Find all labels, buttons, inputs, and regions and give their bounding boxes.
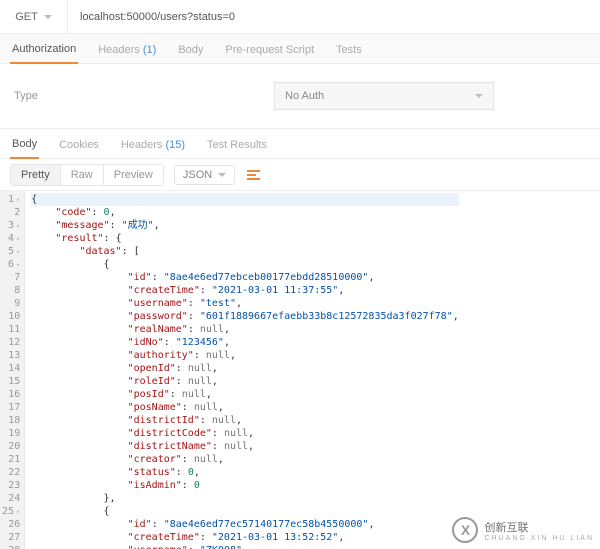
headers-count: (1) — [143, 44, 156, 56]
chevron-down-icon — [218, 173, 226, 177]
language-select[interactable]: JSON — [174, 165, 235, 185]
watermark-sub: CHUANG XIN HU LIAN — [484, 535, 594, 542]
request-tabs: Authorization Headers (1) Body Pre-reque… — [0, 34, 600, 64]
tab-response-body[interactable]: Body — [10, 138, 39, 159]
tab-prerequest[interactable]: Pre-request Script — [223, 44, 316, 63]
watermark-brand: 创新互联 — [484, 522, 528, 534]
view-raw[interactable]: Raw — [61, 165, 104, 185]
tab-body[interactable]: Body — [176, 44, 205, 63]
tab-test-results[interactable]: Test Results — [205, 139, 269, 158]
tab-response-headers[interactable]: Headers (15) — [119, 139, 187, 158]
auth-type-select[interactable]: No Auth — [274, 82, 494, 110]
response-toolbar: Pretty Raw Preview JSON — [0, 159, 600, 191]
response-tabs: Body Cookies Headers (15) Test Results — [0, 129, 600, 159]
chevron-down-icon — [44, 15, 52, 19]
tab-headers-label: Headers — [98, 44, 140, 56]
auth-section: Type No Auth — [0, 64, 600, 129]
tab-tests[interactable]: Tests — [334, 44, 364, 63]
watermark-logo-icon: X — [452, 517, 478, 543]
view-preview[interactable]: Preview — [104, 165, 163, 185]
tab-response-headers-label: Headers — [121, 139, 163, 151]
http-method-select[interactable]: GET — [0, 0, 68, 33]
tab-authorization[interactable]: Authorization — [10, 43, 78, 64]
wrap-lines-icon[interactable] — [243, 166, 264, 184]
auth-type-label: Type — [14, 90, 274, 102]
chevron-down-icon — [475, 94, 483, 98]
line-gutter: 1234567891011121314151617181920212223242… — [0, 191, 25, 549]
response-body: 1234567891011121314151617181920212223242… — [0, 191, 600, 549]
url-input[interactable] — [68, 0, 600, 33]
tab-headers[interactable]: Headers (1) — [96, 44, 158, 63]
language-value: JSON — [183, 169, 212, 181]
tab-response-cookies[interactable]: Cookies — [57, 139, 101, 158]
request-bar: GET — [0, 0, 600, 34]
response-headers-count: (15) — [165, 139, 185, 151]
watermark-text: 创新互联 CHUANG XIN HU LIAN — [484, 519, 594, 542]
watermark: X 创新互联 CHUANG XIN HU LIAN — [452, 517, 594, 543]
json-code[interactable]: { "code": 0, "message": "成功", "result": … — [25, 191, 465, 549]
view-pretty[interactable]: Pretty — [11, 165, 61, 185]
http-method-value: GET — [15, 11, 38, 23]
view-mode-group: Pretty Raw Preview — [10, 164, 164, 186]
auth-type-value: No Auth — [285, 90, 324, 102]
